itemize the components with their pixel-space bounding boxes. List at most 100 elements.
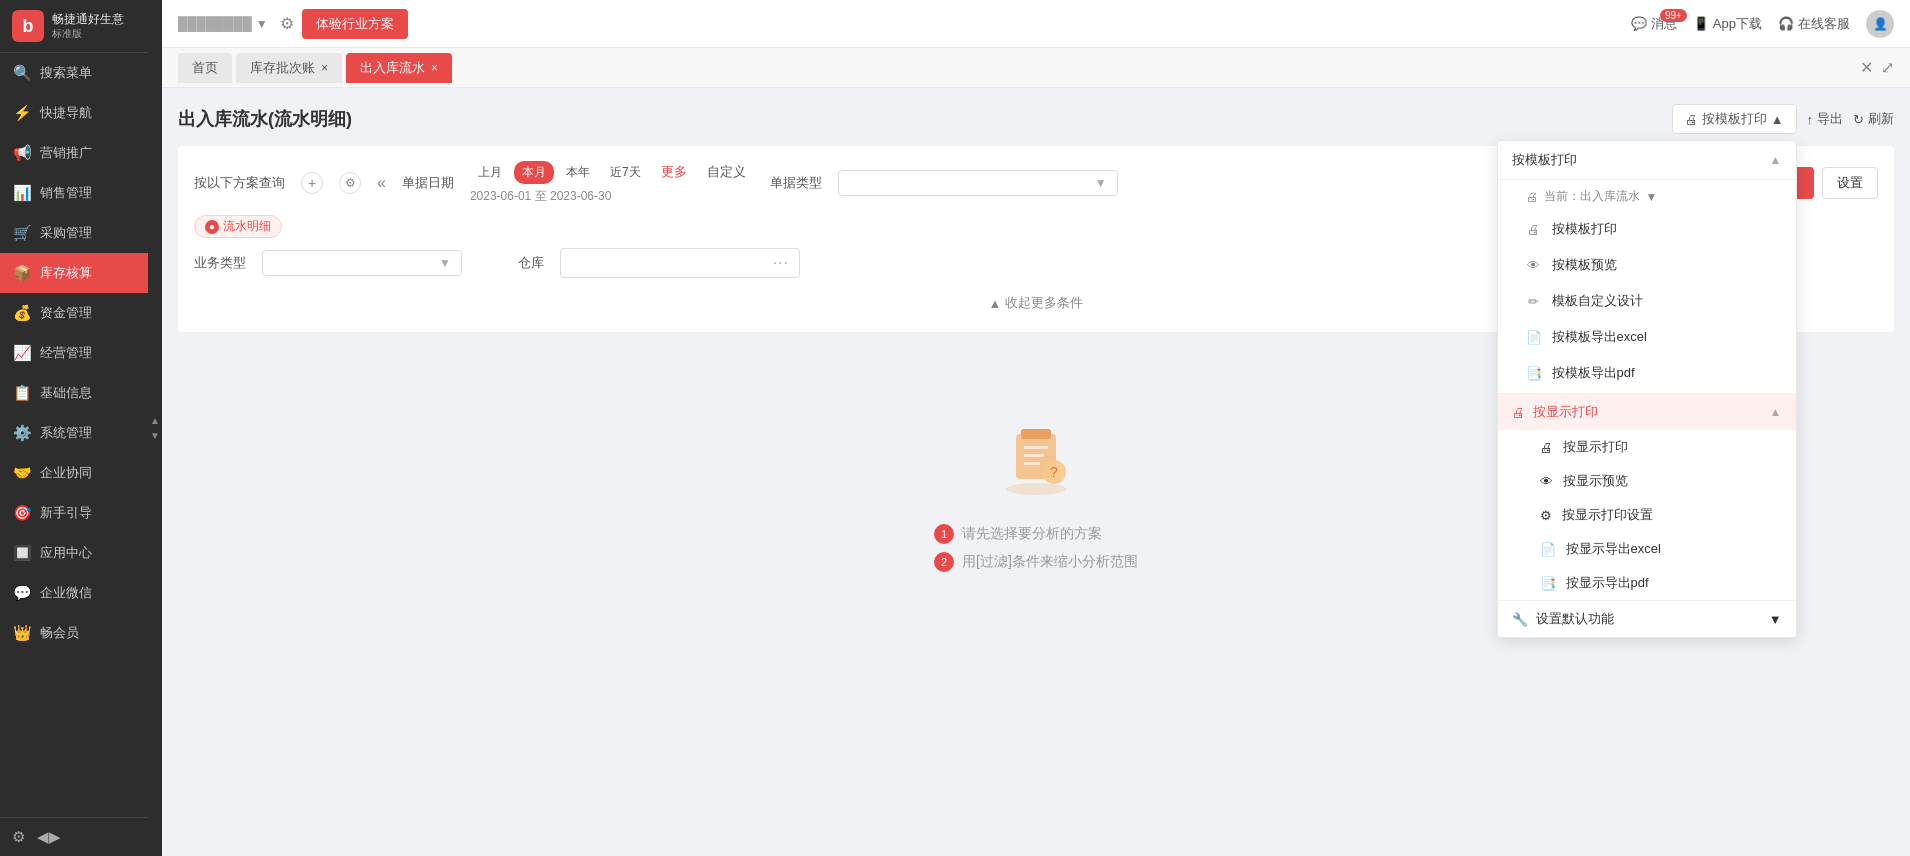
message-icon: 💬 bbox=[1631, 16, 1647, 31]
system-icon: ⚙️ bbox=[12, 423, 32, 443]
display-pdf-item[interactable]: 📑 按显示导出pdf bbox=[1498, 566, 1796, 600]
dropdown-item-template-excel[interactable]: 📄 按模板导出excel bbox=[1498, 319, 1796, 355]
warehouse-select[interactable]: ··· bbox=[560, 248, 800, 278]
tab-home[interactable]: 首页 bbox=[178, 53, 232, 83]
tab-home-label: 首页 bbox=[192, 59, 218, 77]
collapse-sidebar-icon[interactable]: ◀▶ bbox=[37, 828, 61, 846]
tab-inventory-batch[interactable]: 库存批次账 × bbox=[236, 53, 342, 83]
filter-add-button[interactable]: + bbox=[301, 172, 323, 194]
print-dropdown-container: 🖨 按模板打印 ▲ 按模板打印 ▲ 🖨 bbox=[1672, 104, 1797, 134]
sidebar-item-coop[interactable]: 🤝 企业协同 bbox=[0, 453, 148, 493]
export-btn[interactable]: ↑ 导出 bbox=[1807, 110, 1844, 128]
dropdown-header: 按模板打印 ▲ bbox=[1498, 141, 1796, 180]
online-service-action[interactable]: 🎧 在线客服 bbox=[1778, 15, 1850, 33]
display-print-item[interactable]: 🖨 按显示打印 bbox=[1498, 430, 1796, 464]
sidebar-item-label: 资金管理 bbox=[40, 304, 92, 322]
logo-icon: b bbox=[12, 10, 44, 42]
filter-collapse-icon[interactable]: « bbox=[377, 174, 386, 192]
topbar-left: ████████ ▼ ⚙ 体验行业方案 bbox=[178, 9, 1631, 39]
dropdown-item-template-pdf[interactable]: 📑 按模板导出pdf bbox=[1498, 355, 1796, 391]
sidebar-item-label: 搜索菜单 bbox=[40, 64, 92, 82]
expand-window-icon[interactable]: ⤢ bbox=[1881, 58, 1894, 77]
tab-inventory-batch-close[interactable]: × bbox=[321, 61, 328, 75]
user-name-display: ████████ bbox=[178, 16, 252, 31]
filter-scheme-label: 按以下方案查询 bbox=[194, 174, 285, 192]
settings-footer-icon[interactable]: ⚙ bbox=[12, 828, 25, 846]
business-type-select[interactable]: ▼ bbox=[262, 250, 462, 276]
tabs-bar: 首页 库存批次账 × 出入库流水 × ✕ ⤢ bbox=[162, 48, 1910, 88]
sidebar-item-basic[interactable]: 📋 基础信息 bbox=[0, 373, 148, 413]
inventory-icon: 📦 bbox=[12, 263, 32, 283]
app-download-action[interactable]: 📱 App下载 bbox=[1693, 15, 1762, 33]
dropdown-title: 按模板打印 bbox=[1512, 151, 1577, 169]
set-default-item[interactable]: 🔧 设置默认功能 ▼ bbox=[1498, 601, 1796, 637]
collapse-filter-label: 收起更多条件 bbox=[1005, 294, 1083, 312]
refresh-btn[interactable]: ↻ 刷新 bbox=[1853, 110, 1894, 128]
filter-settings-button[interactable]: ⚙ bbox=[339, 172, 361, 194]
set-default-chevron: ▼ bbox=[1769, 612, 1782, 627]
print-chevron-up-icon: ▲ bbox=[1771, 112, 1784, 127]
page-content: 出入库流水(流水明细) 🖨 按模板打印 ▲ 按模板打印 ▲ bbox=[162, 88, 1910, 856]
sidebar-item-newguide[interactable]: 🎯 新手引导 bbox=[0, 493, 148, 533]
newguide-icon: 🎯 bbox=[12, 503, 32, 523]
business-type-chevron: ▼ bbox=[439, 256, 451, 270]
sidebar-item-inventory[interactable]: 📦 库存核算 bbox=[0, 253, 148, 293]
date-tab-last-month[interactable]: 上月 bbox=[470, 161, 510, 184]
print-template-btn[interactable]: 🖨 按模板打印 ▲ bbox=[1672, 104, 1797, 134]
dropdown-footer: 🔧 设置默认功能 ▼ bbox=[1498, 600, 1796, 637]
user-avatar[interactable]: 👤 bbox=[1866, 10, 1894, 38]
sidebar-item-appcenter[interactable]: 🔲 应用中心 bbox=[0, 533, 148, 573]
sidebar-item-search[interactable]: 🔍 搜索菜单 bbox=[0, 53, 148, 93]
dropdown-item-template-custom[interactable]: ✏ 模板自定义设计 bbox=[1498, 283, 1796, 319]
scroll-down-icon[interactable]: ▼ bbox=[150, 430, 160, 441]
display-excel-item[interactable]: 📄 按显示导出excel bbox=[1498, 532, 1796, 566]
sidebar-item-vip[interactable]: 👑 畅会员 bbox=[0, 613, 148, 653]
dropdown-item-template-preview[interactable]: 👁 按模板预览 bbox=[1498, 247, 1796, 283]
industry-btn[interactable]: 体验行业方案 bbox=[302, 9, 408, 39]
display-preview-item[interactable]: 👁 按显示预览 bbox=[1498, 464, 1796, 498]
sidebar-item-finance[interactable]: 💰 资金管理 bbox=[0, 293, 148, 333]
settings-button[interactable]: 设置 bbox=[1822, 167, 1878, 199]
display-excel-label: 按显示导出excel bbox=[1566, 540, 1661, 558]
empty-step-2: 2 用[过滤]条件来缩小分析范围 bbox=[934, 552, 1138, 572]
sidebar-item-marketing[interactable]: 📢 营销推广 bbox=[0, 133, 148, 173]
page-header: 出入库流水(流水明细) 🖨 按模板打印 ▲ 按模板打印 ▲ bbox=[178, 104, 1894, 134]
business-type-label: 业务类型 bbox=[194, 254, 246, 272]
tab-stock-flow-close[interactable]: × bbox=[431, 61, 438, 75]
dropdown-item-template-print[interactable]: 🖨 按模板打印 bbox=[1498, 211, 1796, 247]
sidebar-item-operation[interactable]: 📈 经营管理 bbox=[0, 333, 148, 373]
tab-stock-flow[interactable]: 出入库流水 × bbox=[346, 53, 452, 83]
display-print-icon: 🖨 bbox=[1540, 440, 1553, 455]
scroll-up-icon[interactable]: ▲ bbox=[150, 415, 160, 426]
message-action[interactable]: 💬 消息 99+ bbox=[1631, 15, 1677, 33]
display-print-label: 按显示打印 bbox=[1563, 438, 1628, 456]
app-download-label: App下载 bbox=[1713, 15, 1762, 33]
user-dropdown-icon[interactable]: ▼ bbox=[256, 17, 268, 31]
sidebar-item-shortcut[interactable]: ⚡ 快捷导航 bbox=[0, 93, 148, 133]
sidebar-item-purchase[interactable]: 🛒 采购管理 bbox=[0, 213, 148, 253]
sidebar-item-wecom[interactable]: 💬 企业微信 bbox=[0, 573, 148, 613]
sidebar-item-system[interactable]: ⚙️ 系统管理 bbox=[0, 413, 148, 453]
export-label: 导出 bbox=[1817, 110, 1843, 128]
doc-type-select[interactable]: ▼ bbox=[838, 170, 1118, 196]
display-print-settings-item[interactable]: ⚙ 按显示打印设置 bbox=[1498, 498, 1796, 532]
display-print-section-label: 按显示打印 bbox=[1533, 403, 1598, 421]
date-tab-this-month[interactable]: 本月 bbox=[514, 161, 554, 184]
template-preview-label: 按模板预览 bbox=[1552, 256, 1617, 274]
date-tab-more[interactable]: 更多 bbox=[653, 160, 695, 184]
template-custom-icon: ✏ bbox=[1526, 293, 1542, 309]
shrink-window-icon[interactable]: ✕ bbox=[1860, 58, 1873, 77]
sidebar-item-label: 快捷导航 bbox=[40, 104, 92, 122]
date-section: 上月 本月 本年 近7天 更多 自定义 2023-06-01 至 2023-06… bbox=[470, 160, 754, 205]
template-custom-label: 模板自定义设计 bbox=[1552, 292, 1643, 310]
topbar-gear-icon[interactable]: ⚙ bbox=[280, 14, 294, 33]
step-2-label: 用[过滤]条件来缩小分析范围 bbox=[962, 553, 1138, 571]
sidebar-item-sales[interactable]: 📊 销售管理 bbox=[0, 173, 148, 213]
date-tab-7days[interactable]: 近7天 bbox=[602, 161, 649, 184]
filter-tag-label: 流水明细 bbox=[223, 218, 271, 235]
display-section-header[interactable]: 🖨 按显示打印 ▲ bbox=[1498, 394, 1796, 430]
date-tab-this-year[interactable]: 本年 bbox=[558, 161, 598, 184]
display-print-section: 🖨 按显示打印 ▲ 🖨 按显示打印 👁 按显 bbox=[1498, 393, 1796, 600]
dropdown-arrow-up[interactable]: ▲ bbox=[1770, 153, 1782, 167]
date-tab-custom[interactable]: 自定义 bbox=[699, 160, 754, 184]
